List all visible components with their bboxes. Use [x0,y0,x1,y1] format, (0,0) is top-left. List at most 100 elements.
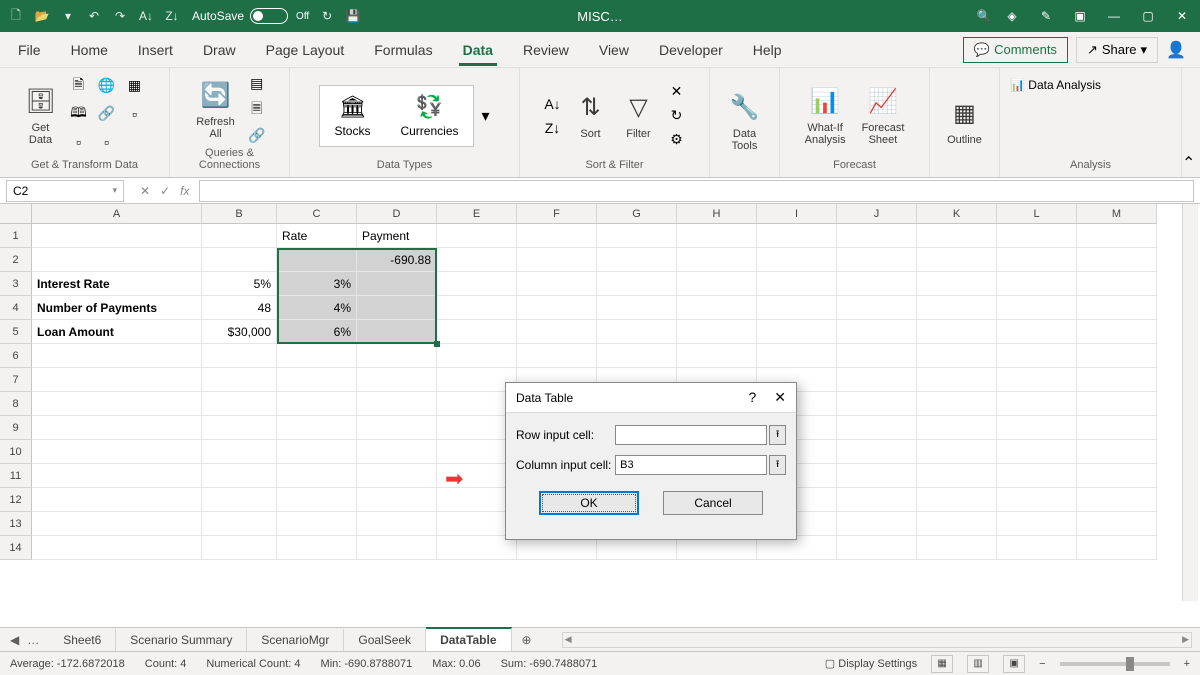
cell-D11[interactable] [357,464,437,488]
cell-D6[interactable] [357,344,437,368]
tab-page-layout[interactable]: Page Layout [262,34,349,66]
cell-J8[interactable] [837,392,917,416]
collapse-ribbon-icon[interactable]: ⌃ [1182,153,1195,173]
cell-J9[interactable] [837,416,917,440]
queries-icon[interactable]: ▤ [247,74,267,94]
cell-B8[interactable] [202,392,277,416]
collapse-dialog-icon[interactable]: ⭱ [769,455,786,475]
cell-L11[interactable] [997,464,1077,488]
cell-L10[interactable] [997,440,1077,464]
cell-M1[interactable] [1077,224,1157,248]
cell-K4[interactable] [917,296,997,320]
cell-H6[interactable] [677,344,757,368]
cell-M6[interactable] [1077,344,1157,368]
column-header[interactable]: A [32,204,202,224]
cell-F1[interactable] [517,224,597,248]
more-sheets-icon[interactable]: … [27,633,39,647]
column-header[interactable]: D [357,204,437,224]
cell-C11[interactable] [277,464,357,488]
cell-A11[interactable] [32,464,202,488]
cell-F4[interactable] [517,296,597,320]
row-header[interactable]: 6 [0,344,32,368]
cell-J12[interactable] [837,488,917,512]
row-header[interactable]: 5 [0,320,32,344]
cell-D14[interactable] [357,536,437,560]
row-header[interactable]: 8 [0,392,32,416]
comments-button[interactable]: 💬 Comments [963,37,1068,63]
row-header[interactable]: 2 [0,248,32,272]
cell-K14[interactable] [917,536,997,560]
cell-B13[interactable] [202,512,277,536]
column-header[interactable]: J [837,204,917,224]
row-header[interactable]: 3 [0,272,32,296]
save-disk-icon[interactable]: 💾 [345,8,361,24]
page-break-icon[interactable]: ▣ [1003,655,1025,673]
column-header[interactable]: E [437,204,517,224]
cell-D9[interactable] [357,416,437,440]
row-header[interactable]: 11 [0,464,32,488]
cell-C4[interactable]: 4% [277,296,357,320]
cell-B14[interactable] [202,536,277,560]
minimize-icon[interactable]: — [1106,9,1122,23]
tab-review[interactable]: Review [519,34,573,66]
sort-az-icon[interactable]: A↓ [543,94,563,114]
cell-D1[interactable]: Payment [357,224,437,248]
autosave-toggle[interactable]: AutoSave Off [192,8,309,24]
save-icon[interactable]: ▾ [60,8,76,24]
cell-A2[interactable] [32,248,202,272]
clear-icon[interactable]: ✕ [667,82,687,102]
cell-A6[interactable] [32,344,202,368]
cell-D13[interactable] [357,512,437,536]
tab-data[interactable]: Data [459,34,497,66]
row-header[interactable]: 1 [0,224,32,248]
cell-J5[interactable] [837,320,917,344]
vertical-scrollbar[interactable] [1182,204,1198,601]
cell-A7[interactable] [32,368,202,392]
cell-B7[interactable] [202,368,277,392]
cell-J4[interactable] [837,296,917,320]
cell-M14[interactable] [1077,536,1157,560]
from-web-icon[interactable]: 🌐 [97,76,117,96]
cell-J1[interactable] [837,224,917,248]
cell-B10[interactable] [202,440,277,464]
cell-K1[interactable] [917,224,997,248]
cell-I6[interactable] [757,344,837,368]
cell-J6[interactable] [837,344,917,368]
cell-B6[interactable] [202,344,277,368]
cell-C9[interactable] [277,416,357,440]
cell-L13[interactable] [997,512,1077,536]
sheet-tab-datatable[interactable]: DataTable [426,627,511,651]
cell-J14[interactable] [837,536,917,560]
zoom-out-icon[interactable]: − [1039,658,1045,670]
close-dialog-icon[interactable]: ✕ [774,389,786,406]
cell-H1[interactable] [677,224,757,248]
cell-M2[interactable] [1077,248,1157,272]
cell-B11[interactable] [202,464,277,488]
cell-K6[interactable] [917,344,997,368]
data-tools-button[interactable]: 🔧 Data Tools [725,90,765,154]
cell-L6[interactable] [997,344,1077,368]
cell-L9[interactable] [997,416,1077,440]
sort-asc-icon[interactable]: A↓ [138,8,154,24]
help-icon[interactable]: ? [748,389,756,406]
cell-E4[interactable] [437,296,517,320]
row-input-field[interactable] [615,425,767,445]
row-header[interactable]: 9 [0,416,32,440]
new-file-icon[interactable]: 🗋 [8,8,24,24]
cell-K5[interactable] [917,320,997,344]
tab-home[interactable]: Home [67,34,112,66]
zoom-in-icon[interactable]: + [1184,658,1190,670]
row-header[interactable]: 10 [0,440,32,464]
cell-H2[interactable] [677,248,757,272]
whatif-button[interactable]: 📊 What-If Analysis [801,84,850,148]
cell-B12[interactable] [202,488,277,512]
currencies-datatype[interactable]: 💱 Currencies [400,94,458,138]
column-input-field[interactable] [615,455,767,475]
cell-L1[interactable] [997,224,1077,248]
formula-bar[interactable] [199,180,1194,202]
cell-E1[interactable] [437,224,517,248]
cell-C10[interactable] [277,440,357,464]
cell-G4[interactable] [597,296,677,320]
column-header[interactable]: F [517,204,597,224]
cell-K12[interactable] [917,488,997,512]
